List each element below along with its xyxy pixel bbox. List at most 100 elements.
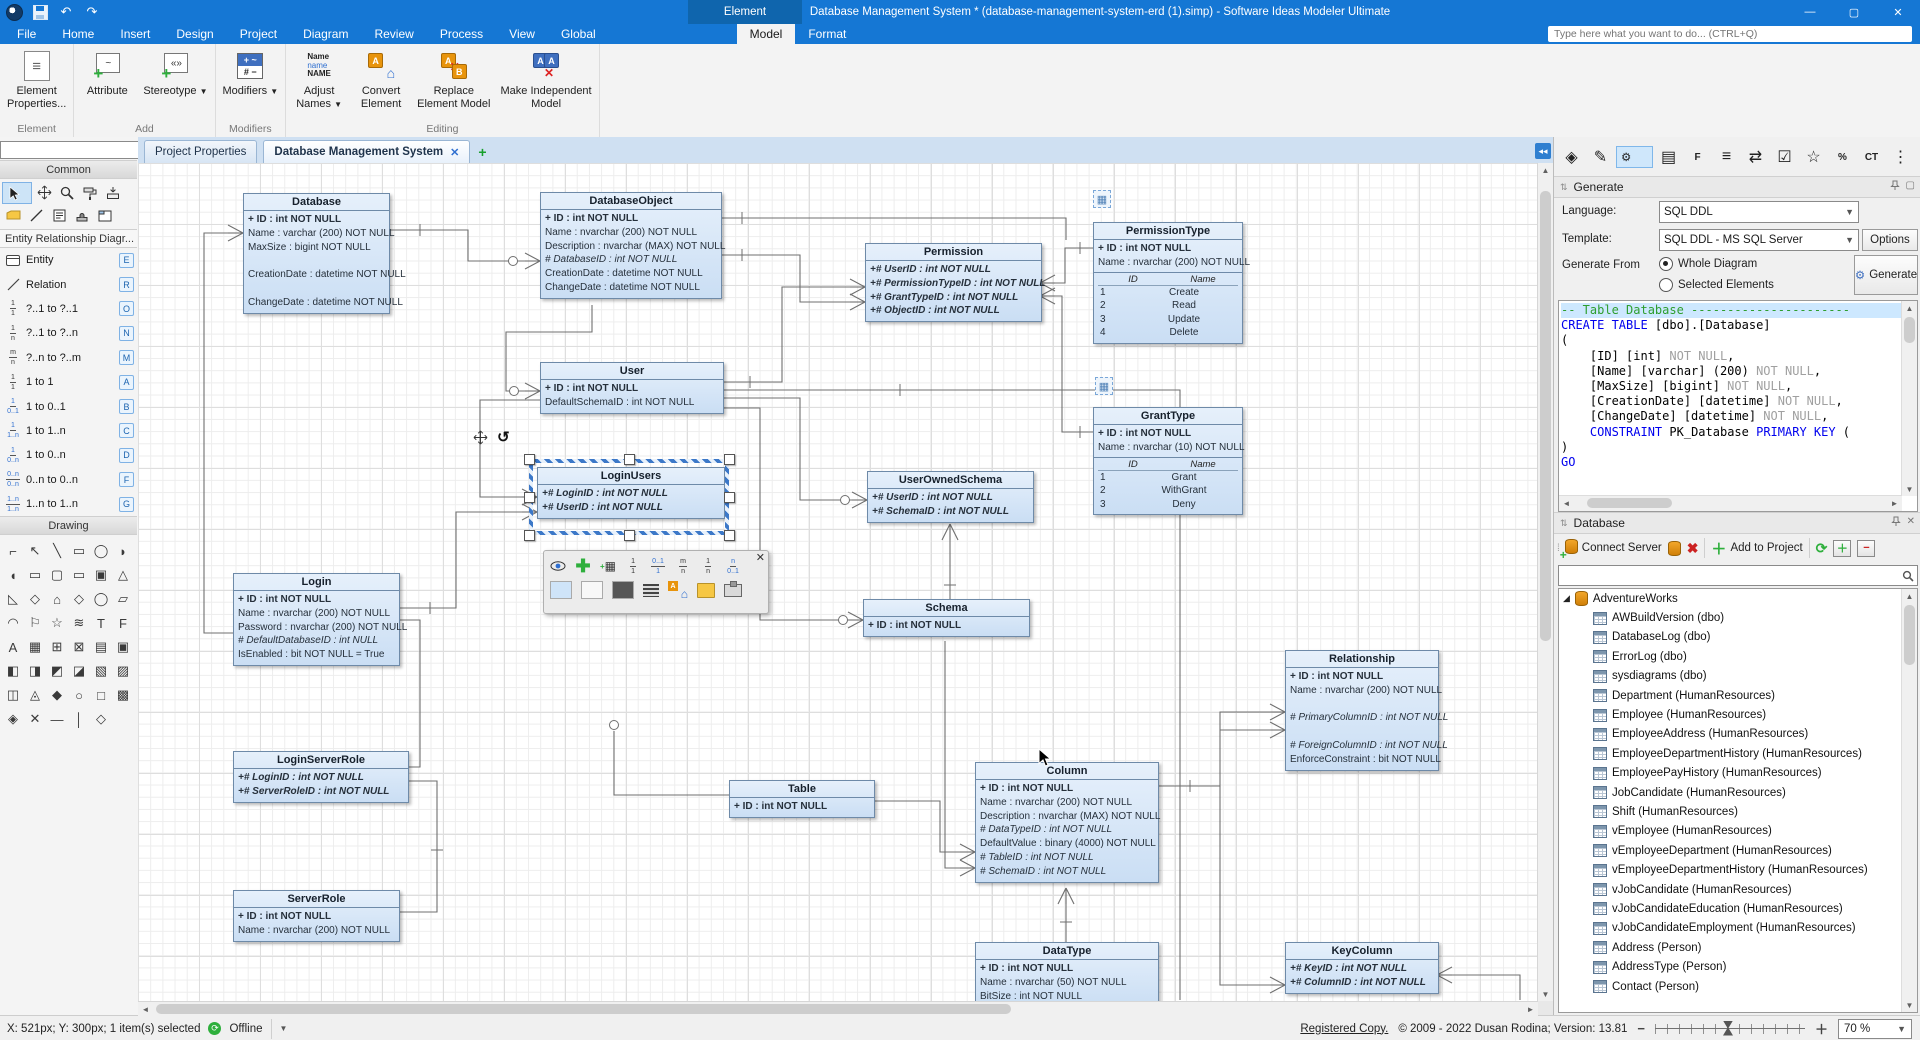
- entity-datatype[interactable]: DataType+ ID : int NOT NULLName : nvarch…: [975, 942, 1159, 1001]
- entity-loginserverrole[interactable]: LoginServerRole+# LoginID : int NOT NULL…: [233, 751, 409, 803]
- tree-item[interactable]: vJobCandidateEducation (HumanResources): [1559, 899, 1917, 918]
- drawing-tool-icon-9[interactable]: ▭: [68, 563, 90, 587]
- tab-scroll-button[interactable]: ◂◂: [1535, 143, 1551, 159]
- pin-icon[interactable]: [1890, 180, 1900, 194]
- drawing-tool-icon-17[interactable]: ▱: [112, 587, 134, 611]
- drawing-tool-icon-0[interactable]: ⌐: [2, 539, 24, 563]
- drawing-tool-icon-28[interactable]: ▤: [90, 635, 112, 659]
- entity-permission[interactable]: Permission+# UserID : int NOT NULL+# Per…: [865, 243, 1042, 322]
- selection-handle[interactable]: [624, 454, 635, 465]
- entity-granttype[interactable]: GrantType+ ID : int NOT NULLName : nvarc…: [1093, 407, 1243, 515]
- relationship-line[interactable]: [614, 731, 729, 795]
- entity-column[interactable]: Column+ ID : int NOT NULLName : nvarchar…: [975, 762, 1159, 883]
- modifiers-button[interactable]: + ~# −Modifiers ▼: [218, 46, 284, 100]
- drawing-tool-icon-18[interactable]: ◠: [2, 611, 24, 635]
- tree-item[interactable]: EmployeeAddress (HumanResources): [1559, 725, 1917, 744]
- tree-item[interactable]: Employee (HumanResources): [1559, 705, 1917, 724]
- relationship-line[interactable]: [722, 287, 865, 382]
- entity-table[interactable]: Table+ ID : int NOT NULL: [729, 780, 875, 818]
- sql-output-box[interactable]: -- Table Database ----------------------…: [1558, 300, 1918, 512]
- toolbar-grip[interactable]: ⁞: [1557, 543, 1559, 554]
- drawing-tool-icon-27[interactable]: ⊠: [68, 635, 90, 659]
- overflow-icon[interactable]: ⋮: [1887, 143, 1914, 171]
- entity-userownedschema[interactable]: UserOwnedSchema+# UserID : int NOT NULL+…: [867, 471, 1034, 523]
- zoom-slider-thumb[interactable]: [1723, 1021, 1733, 1036]
- relationship-line[interactable]: [873, 801, 975, 852]
- panel-reorder-icon[interactable]: ⇅: [1560, 518, 1568, 529]
- toolbox-section-er[interactable]: Entity Relationship Diagr...: [0, 229, 137, 248]
- drawing-tool-icon-25[interactable]: ▦: [24, 635, 46, 659]
- attribute-button[interactable]: ~+Attribute: [76, 46, 138, 99]
- maximize-panel-icon[interactable]: ▢: [1906, 180, 1915, 194]
- relationship-line[interactable]: [1437, 975, 1520, 1000]
- drawing-tool-icon-40[interactable]: □: [90, 683, 112, 707]
- checklist-icon[interactable]: ☑: [1771, 143, 1798, 171]
- ribbon-tab-project[interactable]: Project: [227, 24, 290, 44]
- drawing-tool-icon-29[interactable]: ▣: [112, 635, 134, 659]
- entity-database[interactable]: Database+ ID : int NOT NULLName : varcha…: [243, 193, 390, 314]
- drawing-tool-icon-7[interactable]: ▭: [24, 563, 46, 587]
- drawing-tool-icon-32[interactable]: ◩: [46, 659, 68, 683]
- drawing-tool-icon-36[interactable]: ◫: [2, 683, 24, 707]
- ribbon-tab-global[interactable]: Global: [548, 24, 609, 44]
- toolbox-item-1-n-to-1-n[interactable]: 1..n1..n1..n to 1..nG: [0, 492, 137, 516]
- redo-icon[interactable]: ↷: [82, 2, 102, 22]
- drawing-tool-icon-33[interactable]: ◪: [68, 659, 90, 683]
- drawing-tool-icon-1[interactable]: ↖: [24, 539, 46, 563]
- shapes-icon[interactable]: ☆: [1800, 143, 1827, 171]
- ribbon-tab-file[interactable]: File: [4, 24, 49, 44]
- zoom-icon[interactable]: [56, 182, 78, 203]
- tree-item[interactable]: AWBuildVersion (dbo): [1559, 608, 1917, 627]
- selection-handle[interactable]: [524, 454, 535, 465]
- maximize-button[interactable]: ▢: [1832, 0, 1876, 24]
- ribbon-tab-model[interactable]: Model: [737, 24, 796, 44]
- toolbox-item--1-to-1[interactable]: 11?..1 to ?..1O: [0, 297, 137, 321]
- drawing-tool-icon-23[interactable]: F: [112, 611, 134, 635]
- stamp-icon[interactable]: [724, 581, 742, 599]
- table-marker-icon[interactable]: ▦: [1095, 377, 1113, 395]
- sw-icon[interactable]: [550, 581, 572, 599]
- drawing-tool-icon-8[interactable]: ▢: [46, 563, 68, 587]
- drawing-tool-icon-45[interactable]: │: [68, 707, 90, 731]
- cardinality-1-n[interactable]: 1n: [700, 557, 716, 575]
- drawing-tool-icon-4[interactable]: ◯: [90, 539, 112, 563]
- toolbox-search-input[interactable]: [0, 141, 139, 159]
- relationship-line[interactable]: [1040, 296, 1093, 432]
- layers-icon[interactable]: ≡: [1713, 143, 1740, 171]
- vscroll-thumb[interactable]: [1540, 191, 1551, 641]
- search-icon[interactable]: [1899, 566, 1917, 585]
- make-independent-model-button[interactable]: AA✕Make IndependentModel: [495, 46, 596, 111]
- entity-relationship[interactable]: Relationship+ ID : int NOT NULLName : nv…: [1285, 650, 1439, 771]
- tree-item[interactable]: Department (HumanResources): [1559, 686, 1917, 705]
- pointer-icon[interactable]: [2, 182, 32, 204]
- drawing-tool-icon-10[interactable]: ▣: [90, 563, 112, 587]
- drawing-tool-icon-13[interactable]: ◇: [24, 587, 46, 611]
- relationship-line[interactable]: [1220, 786, 1285, 985]
- close-icon[interactable]: ✕: [756, 551, 765, 564]
- symbols-icon[interactable]: %: [1829, 143, 1856, 171]
- status-dropdown-icon[interactable]: ▼: [280, 1024, 288, 1033]
- scroll-right-icon[interactable]: ►: [1887, 496, 1902, 510]
- adjust-names-button[interactable]: NamenameNAMEAdjustNames ▼: [288, 46, 350, 112]
- ribbon-search-input[interactable]: [1548, 26, 1912, 42]
- zoom-in-icon[interactable]: ＋: [1815, 1019, 1828, 1038]
- tree-item[interactable]: vEmployeeDepartment (HumanResources): [1559, 841, 1917, 860]
- element-properties--button[interactable]: ≡ElementProperties...: [2, 46, 71, 111]
- entity-permissiontype[interactable]: PermissionType+ ID : int NOT NULLName : …: [1093, 222, 1243, 344]
- tree-item[interactable]: EmployeeDepartmentHistory (HumanResource…: [1559, 744, 1917, 763]
- rotate-tool-icon[interactable]: ↻: [497, 428, 510, 446]
- diagram-canvas[interactable]: Database+ ID : int NOT NULLName : varcha…: [138, 163, 1538, 1001]
- close-panel-icon[interactable]: ✕: [1907, 516, 1915, 530]
- toolbox-item-1-to-1[interactable]: 111 to 1A: [0, 370, 137, 394]
- drawing-tool-icon-12[interactable]: ◺: [2, 587, 24, 611]
- selection-handle[interactable]: [624, 530, 635, 541]
- tree-item[interactable]: vJobCandidate (HumanResources): [1559, 880, 1917, 899]
- canvas-vertical-scrollbar[interactable]: ▲ ▼: [1537, 163, 1553, 1001]
- tree-vertical-scrollbar[interactable]: ▲ ▼: [1901, 589, 1917, 1012]
- sql-horizontal-scrollbar[interactable]: ◄ ►: [1559, 495, 1902, 511]
- scroll-right-icon[interactable]: ►: [1523, 1002, 1538, 1016]
- drawing-tool-icon-6[interactable]: ◖: [2, 563, 24, 587]
- toolbox-section-common[interactable]: Common: [0, 160, 137, 179]
- relationship-line[interactable]: [1157, 712, 1285, 786]
- ribbon-tab-diagram[interactable]: Diagram: [290, 24, 361, 44]
